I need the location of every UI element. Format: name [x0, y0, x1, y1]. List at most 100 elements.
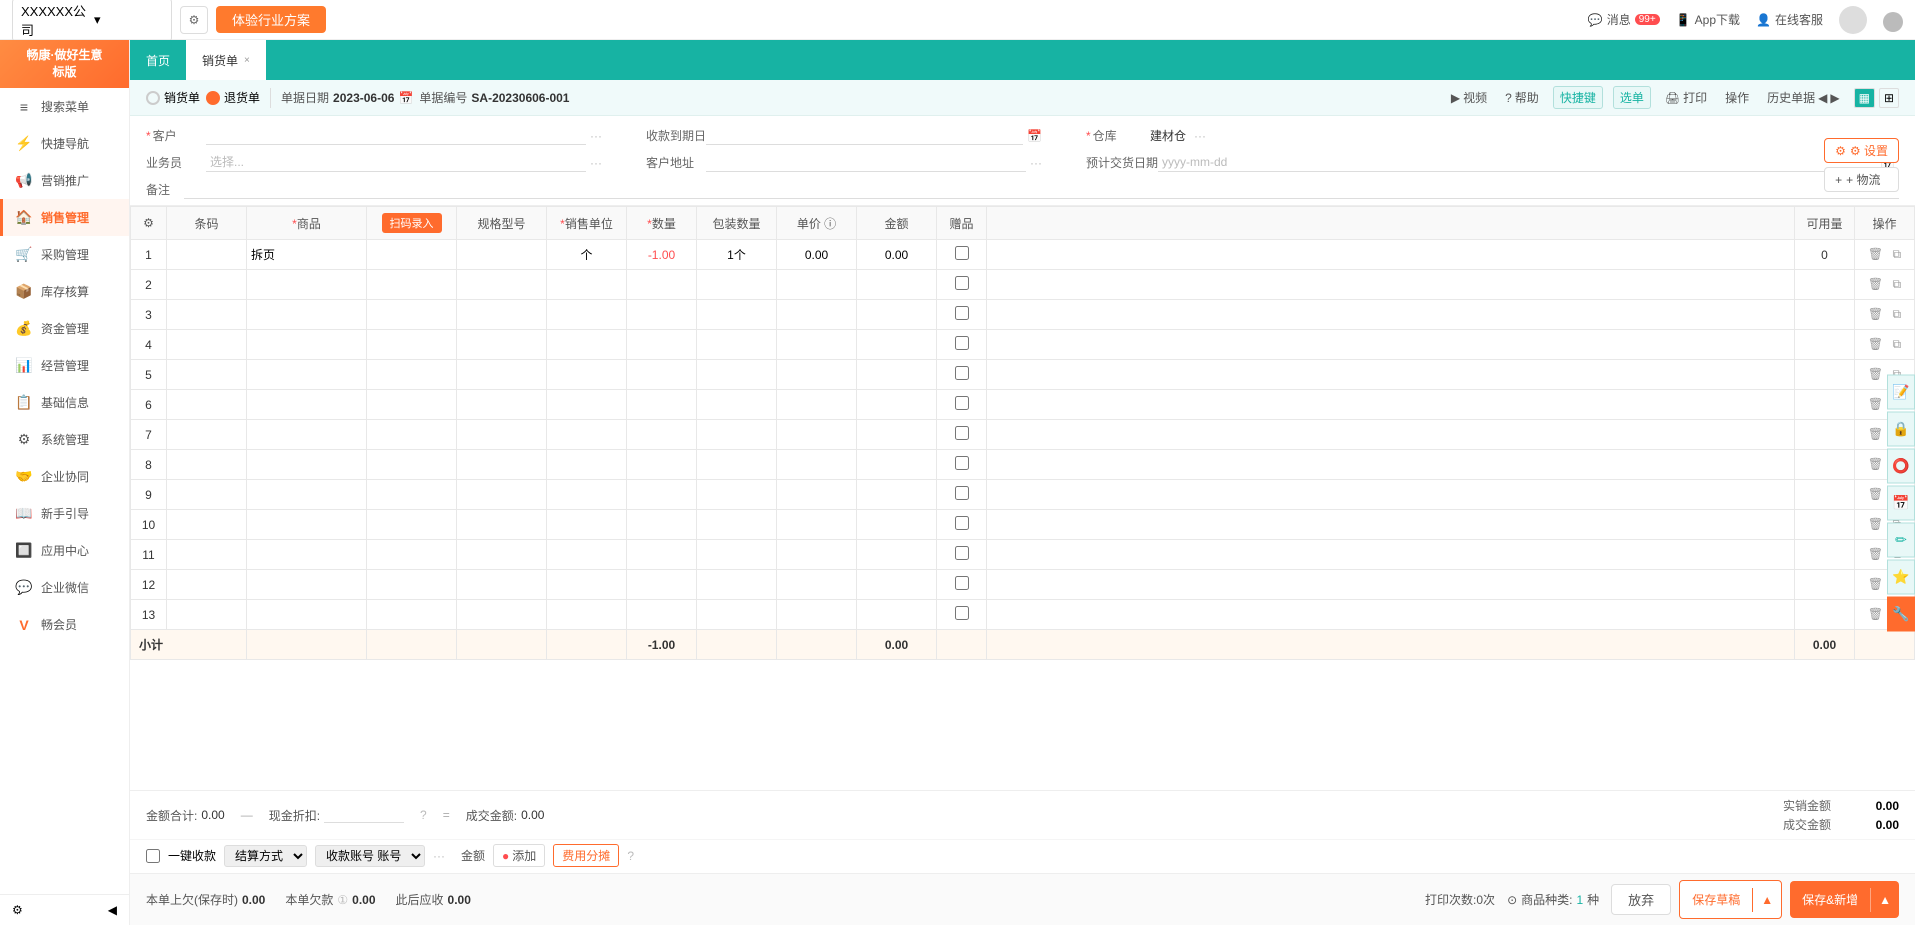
cell-spec2[interactable]: [457, 600, 547, 630]
cell-gift[interactable]: [937, 390, 987, 420]
sidebar-item-quicknav[interactable]: ⚡ 快捷导航: [0, 125, 129, 162]
cell-amount[interactable]: [857, 510, 937, 540]
cell-qty[interactable]: [627, 240, 697, 270]
cell-pkgqty[interactable]: [697, 420, 777, 450]
cell-gift[interactable]: [937, 450, 987, 480]
cell-gift[interactable]: [937, 570, 987, 600]
settings-action-btn[interactable]: ⚙ ⚙ 设置: [1824, 138, 1899, 163]
cell-amount[interactable]: [857, 480, 937, 510]
cell-spec2[interactable]: [457, 480, 547, 510]
cell-gift[interactable]: [937, 480, 987, 510]
payment-account-select[interactable]: 收款账号 账号: [315, 845, 425, 867]
list-view-icon[interactable]: ⊞: [1879, 88, 1899, 108]
cell-price[interactable]: [777, 390, 857, 420]
grid-view-icon[interactable]: ▦: [1854, 88, 1875, 108]
avatar[interactable]: [1839, 6, 1867, 34]
cell-qty[interactable]: [627, 450, 697, 480]
cell-pkgqty[interactable]: [697, 270, 777, 300]
copy-icon[interactable]: ⧉: [1893, 247, 1902, 261]
nav-left-icon[interactable]: ◀: [1818, 91, 1827, 105]
cell-spec[interactable]: [367, 390, 457, 420]
cell-barcode[interactable]: [167, 390, 247, 420]
cell-pkgqty[interactable]: [697, 600, 777, 630]
cell-unit[interactable]: [547, 300, 627, 330]
cell-spec2[interactable]: [457, 390, 547, 420]
sales-radio[interactable]: 销货单: [146, 89, 200, 106]
trial-button[interactable]: 体验行业方案: [216, 6, 326, 33]
cell-gift[interactable]: [937, 600, 987, 630]
cell-spec2[interactable]: [457, 570, 547, 600]
cell-price[interactable]: [777, 480, 857, 510]
sidebar-settings-icon[interactable]: ⚙: [12, 903, 23, 917]
float-btn-6[interactable]: ⭐: [1887, 559, 1915, 594]
cell-spec2[interactable]: [457, 330, 547, 360]
customer-addr-input[interactable]: [706, 153, 1026, 172]
cell-pkgqty[interactable]: [697, 360, 777, 390]
cell-pkgqty[interactable]: [697, 510, 777, 540]
remark-input[interactable]: [184, 180, 1899, 199]
cell-pkgqty[interactable]: [697, 450, 777, 480]
sidebar-item-inventory[interactable]: 📦 库存核算: [0, 273, 129, 310]
tab-home[interactable]: 首页: [130, 40, 186, 80]
cell-price[interactable]: [777, 240, 857, 270]
cell-product[interactable]: [247, 240, 367, 270]
cell-barcode[interactable]: [167, 600, 247, 630]
customer-input[interactable]: [206, 126, 586, 145]
cell-unit[interactable]: [547, 570, 627, 600]
expense-split-button[interactable]: 费用分摊: [553, 844, 619, 867]
cell-amount[interactable]: [857, 300, 937, 330]
cell-unit[interactable]: [547, 420, 627, 450]
cell-barcode[interactable]: [167, 540, 247, 570]
sidebar-item-apps[interactable]: 🔲 应用中心: [0, 532, 129, 569]
cell-price[interactable]: [777, 510, 857, 540]
cell-price[interactable]: [777, 330, 857, 360]
cell-spec2[interactable]: [457, 510, 547, 540]
delete-icon[interactable]: 🗑: [1868, 607, 1883, 621]
sidebar-item-enterprise[interactable]: 🤝 企业协同: [0, 458, 129, 495]
cell-gift[interactable]: [937, 420, 987, 450]
float-btn-4[interactable]: 📅: [1887, 485, 1915, 520]
save-new-button[interactable]: 保存&新增 ▲: [1790, 881, 1899, 918]
cell-spec[interactable]: [367, 450, 457, 480]
message-button[interactable]: 💬 消息 99+: [1588, 11, 1660, 28]
cell-price[interactable]: [777, 360, 857, 390]
save-new-arrow-icon[interactable]: ▲: [1870, 888, 1899, 912]
cell-spec[interactable]: [367, 240, 457, 270]
delete-icon[interactable]: 🗑: [1868, 547, 1883, 561]
delete-icon[interactable]: 🗑: [1868, 337, 1883, 351]
cell-product[interactable]: [247, 330, 367, 360]
float-btn-5[interactable]: ✏: [1887, 522, 1915, 557]
add-payment-button[interactable]: ● 添加: [493, 844, 545, 867]
product-type-value[interactable]: 1: [1576, 893, 1583, 907]
cell-barcode[interactable]: [167, 480, 247, 510]
cell-amount[interactable]: [857, 570, 937, 600]
cell-amount[interactable]: [857, 390, 937, 420]
cell-spec2[interactable]: [457, 450, 547, 480]
cell-gift[interactable]: [937, 270, 987, 300]
cell-qty[interactable]: [627, 510, 697, 540]
cell-qty[interactable]: [627, 600, 697, 630]
cell-spec[interactable]: [367, 510, 457, 540]
cell-amount[interactable]: [857, 540, 937, 570]
flow-action-btn[interactable]: + + 物流: [1824, 167, 1899, 192]
cell-price[interactable]: [777, 270, 857, 300]
cell-unit[interactable]: [547, 540, 627, 570]
cell-barcode[interactable]: [167, 450, 247, 480]
cell-spec[interactable]: [367, 360, 457, 390]
cell-barcode[interactable]: [167, 330, 247, 360]
settings-icon[interactable]: ⚙: [180, 6, 208, 34]
sidebar-item-system[interactable]: ⚙ 系统管理: [0, 421, 129, 458]
customer-addr-dots[interactable]: ···: [1026, 156, 1046, 170]
cell-pkgqty[interactable]: [697, 330, 777, 360]
sidebar-item-wechat[interactable]: 💬 企业微信: [0, 569, 129, 606]
select-button[interactable]: 选单: [1613, 86, 1651, 109]
scan-button[interactable]: 扫码录入: [382, 213, 442, 233]
cell-gift[interactable]: [937, 240, 987, 270]
cell-gift[interactable]: [937, 360, 987, 390]
cell-barcode[interactable]: [167, 270, 247, 300]
video-button[interactable]: ▶ 视频: [1447, 87, 1491, 108]
cell-price[interactable]: [777, 450, 857, 480]
cell-spec[interactable]: [367, 270, 457, 300]
cell-spec[interactable]: [367, 300, 457, 330]
cell-product[interactable]: [247, 360, 367, 390]
